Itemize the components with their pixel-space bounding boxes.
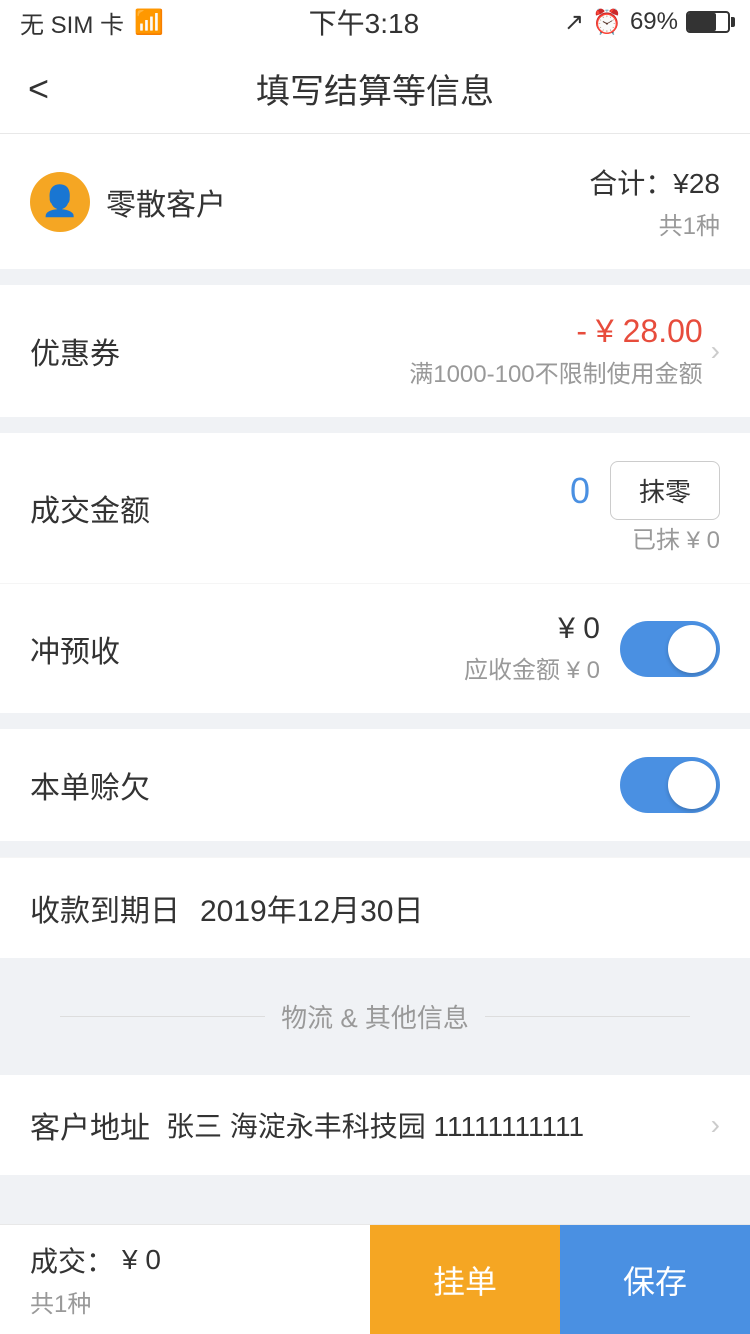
bottom-deal-label: 成交： bbox=[30, 1240, 114, 1280]
address-value: 张三 海淀永丰科技园 11111111111 bbox=[166, 1105, 703, 1145]
coupon-right: - ¥ 28.00 满1000-100不限制使用金额 › bbox=[409, 313, 720, 389]
coupon-row[interactable]: 优惠券 - ¥ 28.00 满1000-100不限制使用金额 › bbox=[0, 285, 750, 417]
address-chevron: › bbox=[703, 1109, 720, 1141]
coupon-section[interactable]: 优惠券 - ¥ 28.00 满1000-100不限制使用金额 › bbox=[0, 285, 750, 417]
debt-section: 本单赊欠 bbox=[0, 729, 750, 841]
customer-count: 共1种 bbox=[589, 206, 720, 241]
logistics-header: 物流 & 其他信息 bbox=[30, 974, 720, 1059]
transaction-right: 0 抹零 已抹 ¥ 0 bbox=[570, 461, 720, 555]
address-chevron-icon: › bbox=[711, 1109, 720, 1141]
prepay-toggle[interactable] bbox=[620, 621, 720, 677]
toggle-knob bbox=[668, 625, 716, 673]
transaction-value: 0 bbox=[570, 470, 590, 512]
logistics-text: 物流 & 其他信息 bbox=[281, 998, 469, 1035]
customer-total: 合计：¥28 bbox=[589, 162, 720, 202]
logistics-line-right bbox=[485, 1016, 690, 1017]
hang-button[interactable]: 挂单 bbox=[370, 1225, 560, 1334]
prepay-amounts: ¥ 0 应收金额 ¥ 0 bbox=[464, 612, 600, 685]
status-right: ↗ ⏰ 69% bbox=[564, 8, 730, 37]
alarm-icon: ⏰ bbox=[592, 8, 622, 37]
transaction-row: 成交金额 0 抹零 已抹 ¥ 0 bbox=[0, 433, 750, 584]
transaction-label: 成交金额 bbox=[30, 486, 150, 530]
customer-info: 👤 零散客户 bbox=[30, 172, 226, 232]
debt-toggle-knob bbox=[668, 761, 716, 809]
location-icon: ↗ bbox=[564, 8, 584, 37]
transaction-section: 成交金额 0 抹零 已抹 ¥ 0 冲预收 ¥ 0 应收金额 ¥ 0 bbox=[0, 433, 750, 713]
date-row: 收款到期日 2019年12月30日 bbox=[0, 858, 750, 958]
back-button[interactable]: < bbox=[28, 68, 49, 110]
bottom-deal-amount: ¥ 0 bbox=[122, 1244, 161, 1276]
page-title: 填写结算等信息 bbox=[256, 64, 494, 113]
prepay-right: ¥ 0 应收金额 ¥ 0 bbox=[464, 612, 720, 685]
customer-avatar: 👤 bbox=[30, 172, 90, 232]
avatar-icon: 👤 bbox=[41, 184, 78, 219]
prepay-row: 冲预收 ¥ 0 应收金额 ¥ 0 bbox=[0, 584, 750, 713]
date-label: 收款到期日 bbox=[30, 886, 180, 930]
date-value: 2019年12月30日 bbox=[200, 886, 423, 930]
status-bar: 无 SIM 卡 📶 下午3:18 ↗ ⏰ 69% bbox=[0, 0, 750, 44]
transaction-sub: 已抹 ¥ 0 bbox=[570, 520, 720, 555]
bottom-bar: 成交： ¥ 0 共1种 挂单 保存 bbox=[0, 1224, 750, 1334]
coupon-amount: - ¥ 28.00 bbox=[409, 313, 702, 350]
sim-text: 无 SIM 卡 bbox=[20, 5, 124, 40]
status-left: 无 SIM 卡 📶 bbox=[20, 5, 164, 40]
bottom-deal-row: 成交： ¥ 0 bbox=[30, 1240, 340, 1280]
status-time: 下午3:18 bbox=[309, 2, 420, 42]
coupon-desc: 满1000-100不限制使用金额 bbox=[409, 354, 702, 389]
debt-label: 本单赊欠 bbox=[30, 763, 150, 807]
customer-name: 零散客户 bbox=[106, 180, 226, 224]
coupon-chevron-icon: › bbox=[711, 335, 720, 367]
address-label: 客户地址 bbox=[30, 1103, 150, 1147]
nav-bar: < 填写结算等信息 bbox=[0, 44, 750, 134]
customer-section: 👤 零散客户 合计：¥28 共1种 bbox=[0, 134, 750, 269]
address-section[interactable]: 客户地址 张三 海淀永丰科技园 11111111111 › bbox=[0, 1075, 750, 1175]
transaction-value-row: 0 抹零 bbox=[570, 461, 720, 520]
logistics-line-left bbox=[60, 1016, 265, 1017]
prepay-amount: ¥ 0 bbox=[464, 612, 600, 646]
round-button[interactable]: 抹零 bbox=[610, 461, 720, 520]
coupon-details: - ¥ 28.00 满1000-100不限制使用金额 bbox=[409, 313, 702, 389]
coupon-label: 优惠券 bbox=[30, 329, 120, 373]
logistics-divider: 物流 & 其他信息 bbox=[0, 974, 750, 1059]
bottom-count: 共1种 bbox=[30, 1284, 340, 1319]
customer-total-block: 合计：¥28 共1种 bbox=[589, 162, 720, 241]
battery-percent: 69% bbox=[630, 8, 678, 36]
debt-toggle[interactable] bbox=[620, 757, 720, 813]
date-section: 收款到期日 2019年12月30日 bbox=[0, 857, 750, 958]
prepay-sub: 应收金额 ¥ 0 bbox=[464, 650, 600, 685]
content-area: 👤 零散客户 合计：¥28 共1种 优惠券 - ¥ 28.00 满1000-10… bbox=[0, 134, 750, 1295]
battery-icon bbox=[686, 11, 730, 33]
wifi-icon: 📶 bbox=[134, 8, 164, 37]
bottom-info: 成交： ¥ 0 共1种 bbox=[0, 1240, 370, 1319]
save-button[interactable]: 保存 bbox=[560, 1225, 750, 1334]
prepay-label: 冲预收 bbox=[30, 627, 120, 671]
